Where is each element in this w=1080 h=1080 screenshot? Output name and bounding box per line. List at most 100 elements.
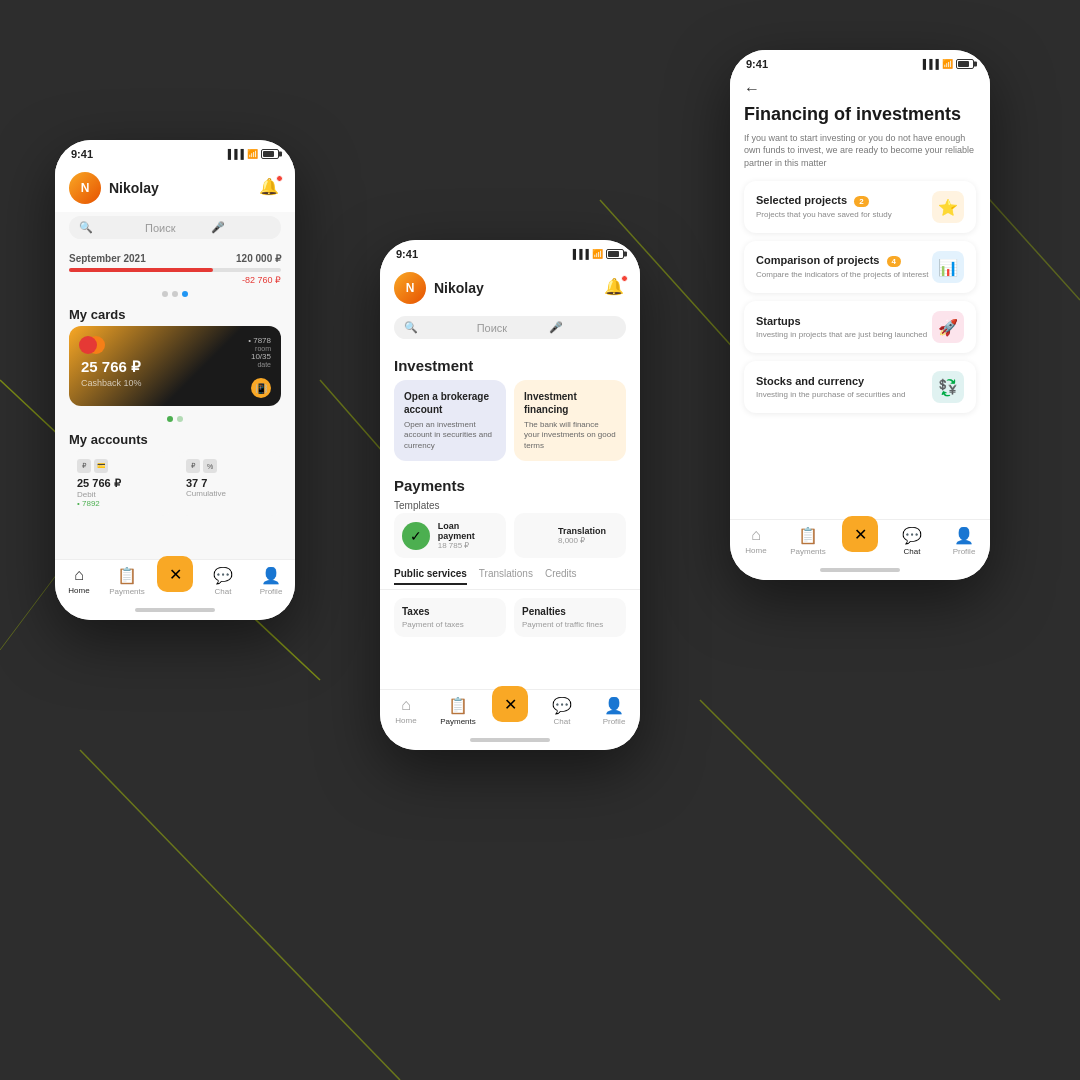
user-name-1: Nikolay bbox=[109, 180, 159, 196]
tab-translations[interactable]: Translations bbox=[479, 568, 533, 585]
invest-item-3[interactable]: Stocks and currency Investing in the pur… bbox=[744, 361, 976, 413]
account-cumulative[interactable]: ₽ % 37 7 Cumulative bbox=[178, 451, 281, 516]
payment1-amount: 18 785 ₽ bbox=[438, 541, 498, 550]
nav-payments-3[interactable]: 📋 Payments bbox=[782, 526, 834, 556]
accounts-row: ₽ 💳 25 766 ₽ Debit • 7892 ₽ % 37 7 Cumul… bbox=[55, 451, 295, 522]
center-btn-1[interactable]: ✕ bbox=[157, 556, 193, 592]
nav-home-1[interactable]: ⌂ Home bbox=[55, 566, 103, 596]
invest-item-2[interactable]: Startups Investing in projects that are … bbox=[744, 301, 976, 353]
month-label: September 2021 bbox=[69, 253, 146, 264]
time-1: 9:41 bbox=[71, 148, 93, 160]
budget-negative: -82 760 ₽ bbox=[55, 274, 295, 289]
invest-item-0-desc: Projects that you have saved for study bbox=[756, 210, 932, 220]
center-btn-3[interactable]: ✕ bbox=[842, 516, 878, 552]
nav-center-1[interactable]: ✕ bbox=[151, 566, 199, 596]
status-bar-1: 9:41 ▐▐▐ 📶 bbox=[55, 140, 295, 164]
account1-label: Debit bbox=[77, 490, 164, 499]
home-icon-3: ⌂ bbox=[751, 526, 761, 544]
tab-credits[interactable]: Credits bbox=[545, 568, 577, 585]
nav-chat-2[interactable]: 💬 Chat bbox=[536, 696, 588, 726]
invest-item-2-desc: Investing in projects that are just bein… bbox=[756, 330, 932, 340]
invest-card-financing[interactable]: Investment financing The bank will finan… bbox=[514, 380, 626, 461]
nav-profile-2[interactable]: 👤 Profile bbox=[588, 696, 640, 726]
card-cashback: Cashback 10% bbox=[81, 378, 269, 388]
user-header-1: N Nikolay 🔔 bbox=[55, 164, 295, 212]
nav-chat-3[interactable]: 💬 Chat bbox=[886, 526, 938, 556]
card-dots bbox=[55, 414, 295, 426]
selected-projects-icon: ⭐ bbox=[932, 191, 964, 223]
back-button[interactable]: ← bbox=[744, 74, 976, 104]
invest-item-0-title: Selected projects 2 bbox=[756, 194, 932, 207]
templates-label: Templates bbox=[380, 498, 640, 513]
payment-translation[interactable]: Translation 8,000 ₽ bbox=[514, 513, 626, 558]
payments-icon-3: 📋 bbox=[798, 526, 818, 545]
invest-item-2-title: Startups bbox=[756, 315, 932, 327]
nav-payments-2[interactable]: 📋 Payments bbox=[432, 696, 484, 726]
brokerage-title: Open a brokerage account bbox=[404, 390, 496, 416]
svg-line-4 bbox=[700, 700, 1000, 1000]
phone-right: 9:41 ▐▐▐ 📶 ← Financing of investments If… bbox=[730, 50, 990, 580]
investment-section: Investment Open a brokerage account Open… bbox=[380, 347, 640, 473]
bell-icon-2[interactable]: 🔔 bbox=[604, 277, 626, 299]
bottom-nav-2: ⌂ Home 📋 Payments ✕ 💬 Chat 👤 Profile bbox=[380, 689, 640, 730]
penalties-desc: Payment of traffic fines bbox=[522, 620, 618, 629]
time-2: 9:41 bbox=[396, 248, 418, 260]
bell-icon-1[interactable]: 🔔 bbox=[259, 177, 281, 199]
mastercard-icon bbox=[79, 336, 97, 354]
taxes-title: Taxes bbox=[402, 606, 498, 617]
invest-item-3-desc: Investing in the purchase of securities … bbox=[756, 390, 932, 400]
service-penalties[interactable]: Penalties Payment of traffic fines bbox=[514, 598, 626, 637]
payments-icon-2: 📋 bbox=[448, 696, 468, 715]
nav-profile-1[interactable]: 👤 Profile bbox=[247, 566, 295, 596]
budget-bar bbox=[69, 268, 281, 272]
invest-item-0[interactable]: Selected projects 2 Projects that you ha… bbox=[744, 181, 976, 233]
nav-profile-3[interactable]: 👤 Profile bbox=[938, 526, 990, 556]
cards-title: My cards bbox=[55, 301, 295, 326]
profile-icon-3: 👤 bbox=[954, 526, 974, 545]
penalties-title: Penalties bbox=[522, 606, 618, 617]
loan-icon: ✓ bbox=[402, 522, 430, 550]
account1-amount: 25 766 ₽ bbox=[77, 477, 164, 490]
budget-dots bbox=[55, 289, 295, 301]
svg-line-1 bbox=[80, 750, 400, 1080]
nav-home-3[interactable]: ⌂ Home bbox=[730, 526, 782, 556]
invest-cards: Open a brokerage account Open an investm… bbox=[394, 380, 626, 469]
signal-icons-1: ▐▐▐ 📶 bbox=[225, 149, 279, 159]
comparison-icon: 📊 bbox=[932, 251, 964, 283]
startups-icon: 🚀 bbox=[932, 311, 964, 343]
avatar-1: N bbox=[69, 172, 101, 204]
search-bar-1[interactable]: 🔍 Поиск 🎤 bbox=[69, 216, 281, 239]
mic-icon-2[interactable]: 🎤 bbox=[549, 321, 616, 334]
nav-payments-1[interactable]: 📋 Payments bbox=[103, 566, 151, 596]
payment-loan[interactable]: ✓ Loan payment 18 785 ₽ bbox=[394, 513, 506, 558]
mic-icon-1[interactable]: 🎤 bbox=[211, 221, 271, 234]
status-bar-3: 9:41 ▐▐▐ 📶 bbox=[730, 50, 990, 74]
nav-center-3[interactable]: ✕ bbox=[834, 526, 886, 556]
nav-center-2[interactable]: ✕ bbox=[484, 696, 536, 726]
home-icon-2: ⌂ bbox=[401, 696, 411, 714]
invest-item-1[interactable]: Comparison of projects 4 Compare the ind… bbox=[744, 241, 976, 293]
invest-card-brokerage[interactable]: Open a brokerage account Open an investm… bbox=[394, 380, 506, 461]
profile-icon-1: 👤 bbox=[261, 566, 281, 585]
brokerage-desc: Open an investment account in securities… bbox=[404, 420, 496, 451]
taxes-desc: Payment of taxes bbox=[402, 620, 498, 629]
signal-icons-2: ▐▐▐ 📶 bbox=[570, 249, 624, 259]
signal-icons-3: ▐▐▐ 📶 bbox=[920, 59, 974, 69]
time-3: 9:41 bbox=[746, 58, 768, 70]
nav-chat-1[interactable]: 💬 Chat bbox=[199, 566, 247, 596]
service-cards: Taxes Payment of taxes Penalties Payment… bbox=[380, 590, 640, 645]
financing-title: Investment financing bbox=[524, 390, 616, 416]
month-amount: 120 000 ₽ bbox=[236, 253, 281, 264]
account-debit[interactable]: ₽ 💳 25 766 ₽ Debit • 7892 bbox=[69, 451, 172, 516]
account2-label: Cumulative bbox=[186, 489, 273, 498]
nav-home-2[interactable]: ⌂ Home bbox=[380, 696, 432, 726]
badge-1: 4 bbox=[887, 256, 901, 267]
payments-icon-1: 📋 bbox=[117, 566, 137, 585]
search-bar-2[interactable]: 🔍 Поиск 🎤 bbox=[394, 316, 626, 339]
account1-num: • 7892 bbox=[77, 499, 164, 508]
bottom-nav-1: ⌂ Home 📋 Payments ✕ 💬 Chat 👤 Profile bbox=[55, 559, 295, 600]
tab-public[interactable]: Public services bbox=[394, 568, 467, 585]
center-btn-2[interactable]: ✕ bbox=[492, 686, 528, 722]
payment1-name: Loan payment bbox=[438, 521, 498, 541]
service-taxes[interactable]: Taxes Payment of taxes bbox=[394, 598, 506, 637]
